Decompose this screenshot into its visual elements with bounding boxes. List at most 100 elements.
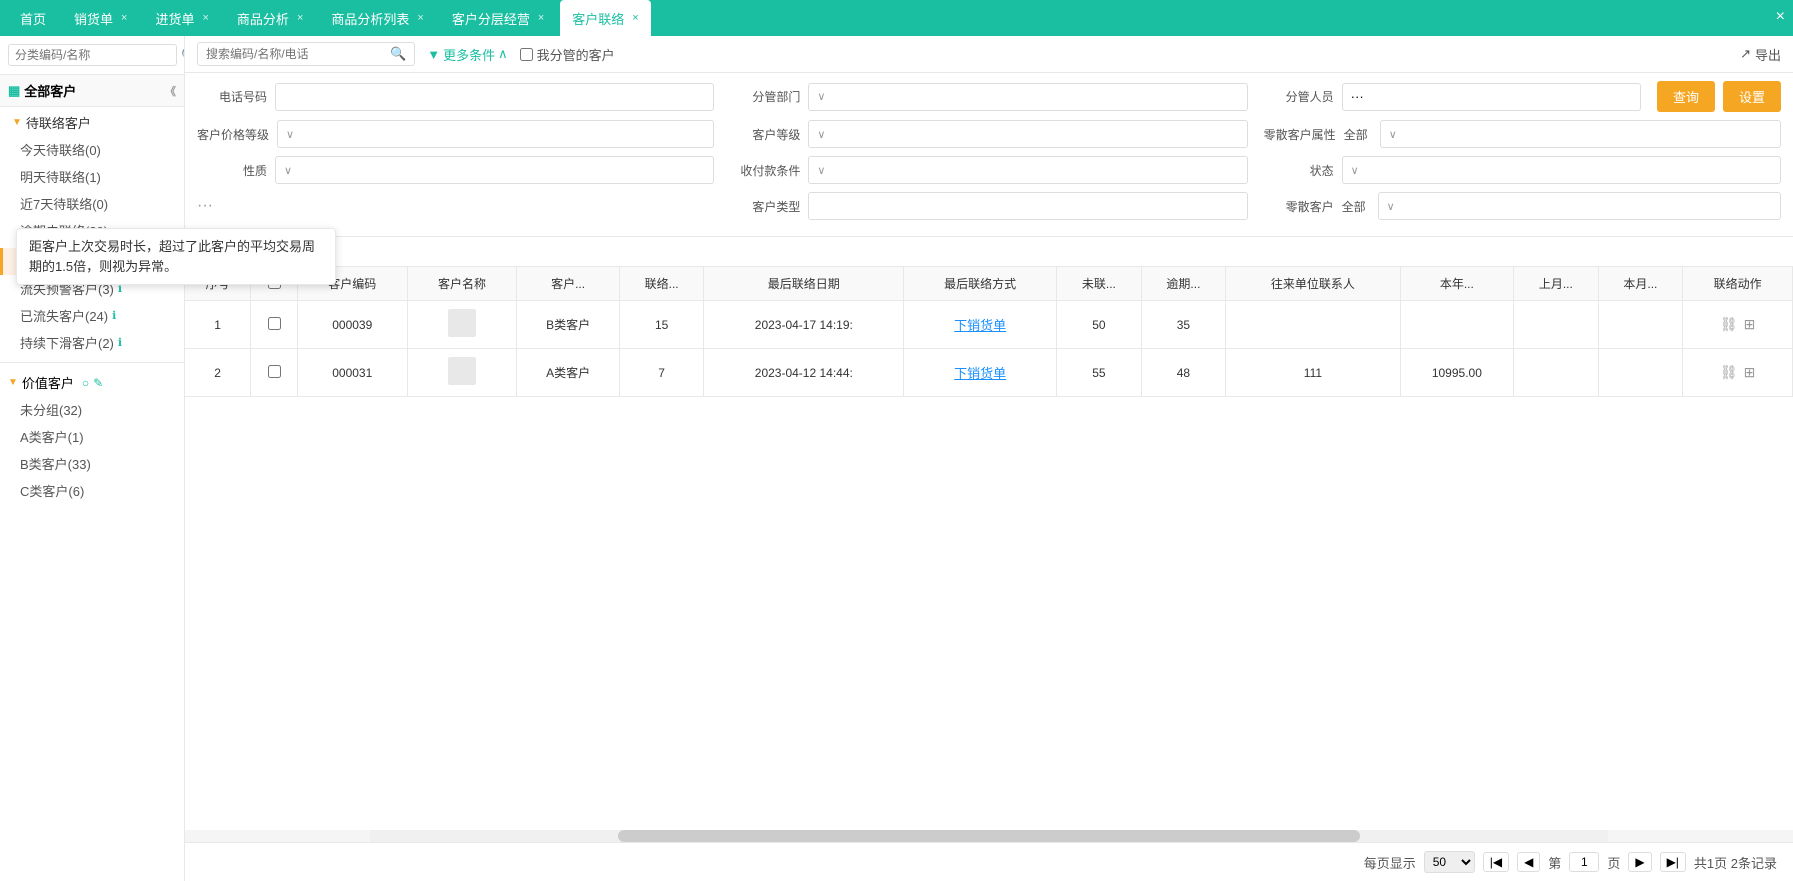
sidebar-item-lost[interactable]: 已流失客户(24) ℹ	[0, 302, 184, 329]
my-customers-check[interactable]	[520, 48, 533, 61]
collapse-icon[interactable]: 《	[165, 83, 176, 99]
close-sales-icon[interactable]: ×	[121, 12, 127, 24]
horizontal-scrollbar[interactable]	[370, 830, 1608, 842]
query-button[interactable]: 查询	[1657, 81, 1715, 112]
page-size-select[interactable]: 50 100 200	[1424, 851, 1475, 873]
sidebar-item-today[interactable]: 今天待联络(0)	[0, 136, 184, 163]
sidebar-search-input[interactable]	[8, 44, 177, 66]
close-analysis-icon[interactable]: ×	[297, 12, 303, 24]
cell-this-year-1	[1400, 301, 1513, 349]
more-filters-btn[interactable]: ▼ 更多条件 ∧	[427, 45, 507, 64]
close-purchase-icon[interactable]: ×	[202, 12, 208, 24]
nav-customer-contact[interactable]: 客户联络 ×	[560, 0, 650, 36]
cell-contact-count-1: 15	[619, 301, 704, 349]
table-row: 2 000031 A类客户 7 2023-04-12 14:44: 下销货单 5…	[185, 349, 1793, 397]
price-level-dropdown[interactable]: ∨	[277, 120, 714, 148]
sidebar-item-ungrouped[interactable]: 未分组(32)	[0, 396, 184, 423]
pending-group-header[interactable]: ▼ 待联络客户	[0, 109, 184, 136]
nav-analysis[interactable]: 商品分析 ×	[225, 0, 315, 36]
row-checkbox-1[interactable]	[268, 317, 281, 330]
top-nav: 首页 销货单 × 进货单 × 商品分析 × 商品分析列表 × 客户分层经营 × …	[0, 0, 1793, 36]
sidebar-item-continuous-down[interactable]: 持续下滑客户(2) ℹ	[0, 329, 184, 356]
cell-type-1: B类客户	[517, 301, 620, 349]
my-customers-checkbox[interactable]: 我分管的客户	[520, 45, 615, 64]
scroll-thumb[interactable]	[618, 830, 1361, 842]
sidebar-item-7days[interactable]: 近7天待联络(0)	[0, 190, 184, 217]
nav-customer-segment[interactable]: 客户分层经营 ×	[440, 0, 556, 36]
search-input[interactable]	[206, 47, 386, 61]
link-icon-1[interactable]: ⛓	[1720, 316, 1738, 333]
close-all-icon[interactable]: ×	[1776, 8, 1785, 26]
customer-level-dropdown[interactable]: ∨	[808, 120, 1247, 148]
first-page-btn[interactable]: |◀	[1483, 852, 1509, 872]
nav-sales[interactable]: 销货单 ×	[62, 0, 139, 36]
filter-branch: 分管部门 ∨	[730, 81, 1247, 112]
grid-action-icon-1[interactable]: ⊞	[1744, 316, 1756, 333]
cell-index-1: 1	[185, 301, 251, 349]
value-settings-icon[interactable]: ✎	[93, 376, 103, 390]
retail-attr-dropdown[interactable]: ∨	[1380, 120, 1781, 148]
customer-level-arrow-icon: ∨	[817, 128, 825, 141]
cell-checkbox-1	[251, 301, 298, 349]
more-arrow-icon: ∧	[498, 46, 508, 62]
action-icons-2: ⛓ ⊞	[1689, 364, 1786, 381]
th-contacts: 往来单位联系人	[1226, 267, 1400, 301]
table-row: 1 000039 B类客户 15 2023-04-17 14:19: 下销货单 …	[185, 301, 1793, 349]
cell-contact-count-2: 7	[619, 349, 704, 397]
content-area: 🔍 ▼ 更多条件 ∧ 我分管的客户 ↗ 导出 电话号码	[185, 36, 1793, 881]
nav-analysis-list[interactable]: 商品分析列表 ×	[319, 0, 435, 36]
method-link-2[interactable]: 下销货单	[954, 366, 1006, 381]
status-dropdown[interactable]: ∨	[1342, 156, 1781, 184]
page-input[interactable]	[1569, 852, 1599, 872]
value-group-header[interactable]: ▼ 价值客户 ○ ✎	[0, 369, 184, 396]
filter-dots-row: ···	[197, 192, 714, 220]
main-layout: 🔍 ▦ 全部客户 《 ▼ 待联络客户 今天待联络(0) 明天待联络(1) 近7天…	[0, 36, 1793, 881]
th-customer-type: 客户...	[517, 267, 620, 301]
sidebar-item-tomorrow[interactable]: 明天待联络(1)	[0, 163, 184, 190]
filter-status: 状态 ∨	[1264, 156, 1781, 184]
nav-home[interactable]: 首页	[8, 0, 58, 36]
branch-dropdown[interactable]: ∨	[808, 83, 1247, 111]
sidebar: 🔍 ▦ 全部客户 《 ▼ 待联络客户 今天待联络(0) 明天待联络(1) 近7天…	[0, 36, 185, 881]
filter-more-dots[interactable]: ···	[197, 197, 213, 215]
th-name: 客户名称	[407, 267, 517, 301]
search-icon[interactable]: 🔍	[390, 46, 406, 62]
table-header-row: 序号 客户编码 客户名称 客户... 联络... 最后联络日期 最后联络方式 未…	[185, 267, 1793, 301]
pending-group: ▼ 待联络客户 今天待联络(0) 明天待联络(1) 近7天待联络(0) 逾期未联…	[0, 107, 184, 246]
dots-icon: ···	[1351, 89, 1364, 104]
next-page-btn[interactable]: ▶	[1628, 852, 1651, 872]
link-icon-2[interactable]: ⛓	[1720, 364, 1738, 381]
phone-input[interactable]	[275, 83, 714, 111]
branch-staff-dropdown[interactable]: ···	[1342, 83, 1641, 111]
all-customers-header[interactable]: ▦ 全部客户 《	[0, 75, 184, 107]
filter-branch-staff: 分管人员 ··· 查询 设置	[1264, 81, 1781, 112]
close-segment-icon[interactable]: ×	[538, 12, 544, 24]
filter-form: 电话号码 分管部门 ∨ 分管人员 ··· 查询 设置	[185, 73, 1793, 237]
sidebar-item-class-b[interactable]: B类客户(33)	[0, 450, 184, 477]
retail-customer-dropdown[interactable]: ∨	[1378, 192, 1781, 220]
nav-purchase[interactable]: 进货单 ×	[143, 0, 220, 36]
close-contact-icon[interactable]: ×	[632, 12, 638, 24]
cell-actions-2: ⛓ ⊞	[1683, 349, 1793, 397]
branch-arrow-icon: ∨	[817, 90, 825, 103]
cell-index-2: 2	[185, 349, 251, 397]
customer-type-dropdown[interactable]	[808, 192, 1247, 220]
value-arrow-icon: ▼	[8, 377, 18, 388]
close-analysis-list-icon[interactable]: ×	[417, 12, 423, 24]
avatar-2	[448, 357, 476, 385]
row-checkbox-2[interactable]	[268, 365, 281, 378]
filter-customer-type: 客户类型	[730, 192, 1247, 220]
sidebar-item-class-c[interactable]: C类客户(6)	[0, 477, 184, 504]
cell-name-2	[407, 349, 517, 397]
info-icon3: ℹ	[112, 309, 116, 322]
last-page-btn[interactable]: ▶|	[1660, 852, 1686, 872]
sidebar-item-class-a[interactable]: A类客户(1)	[0, 423, 184, 450]
prev-page-btn[interactable]: ◀	[1517, 852, 1540, 872]
export-btn[interactable]: ↗ 导出	[1740, 45, 1781, 64]
grid-action-icon-2[interactable]: ⊞	[1744, 364, 1756, 381]
gender-dropdown[interactable]: ∨	[275, 156, 714, 184]
method-link-1[interactable]: 下销货单	[954, 318, 1006, 333]
value-edit-icon[interactable]: ○	[82, 376, 89, 390]
settings-button[interactable]: 设置	[1723, 81, 1781, 112]
payment-terms-dropdown[interactable]: ∨	[808, 156, 1247, 184]
